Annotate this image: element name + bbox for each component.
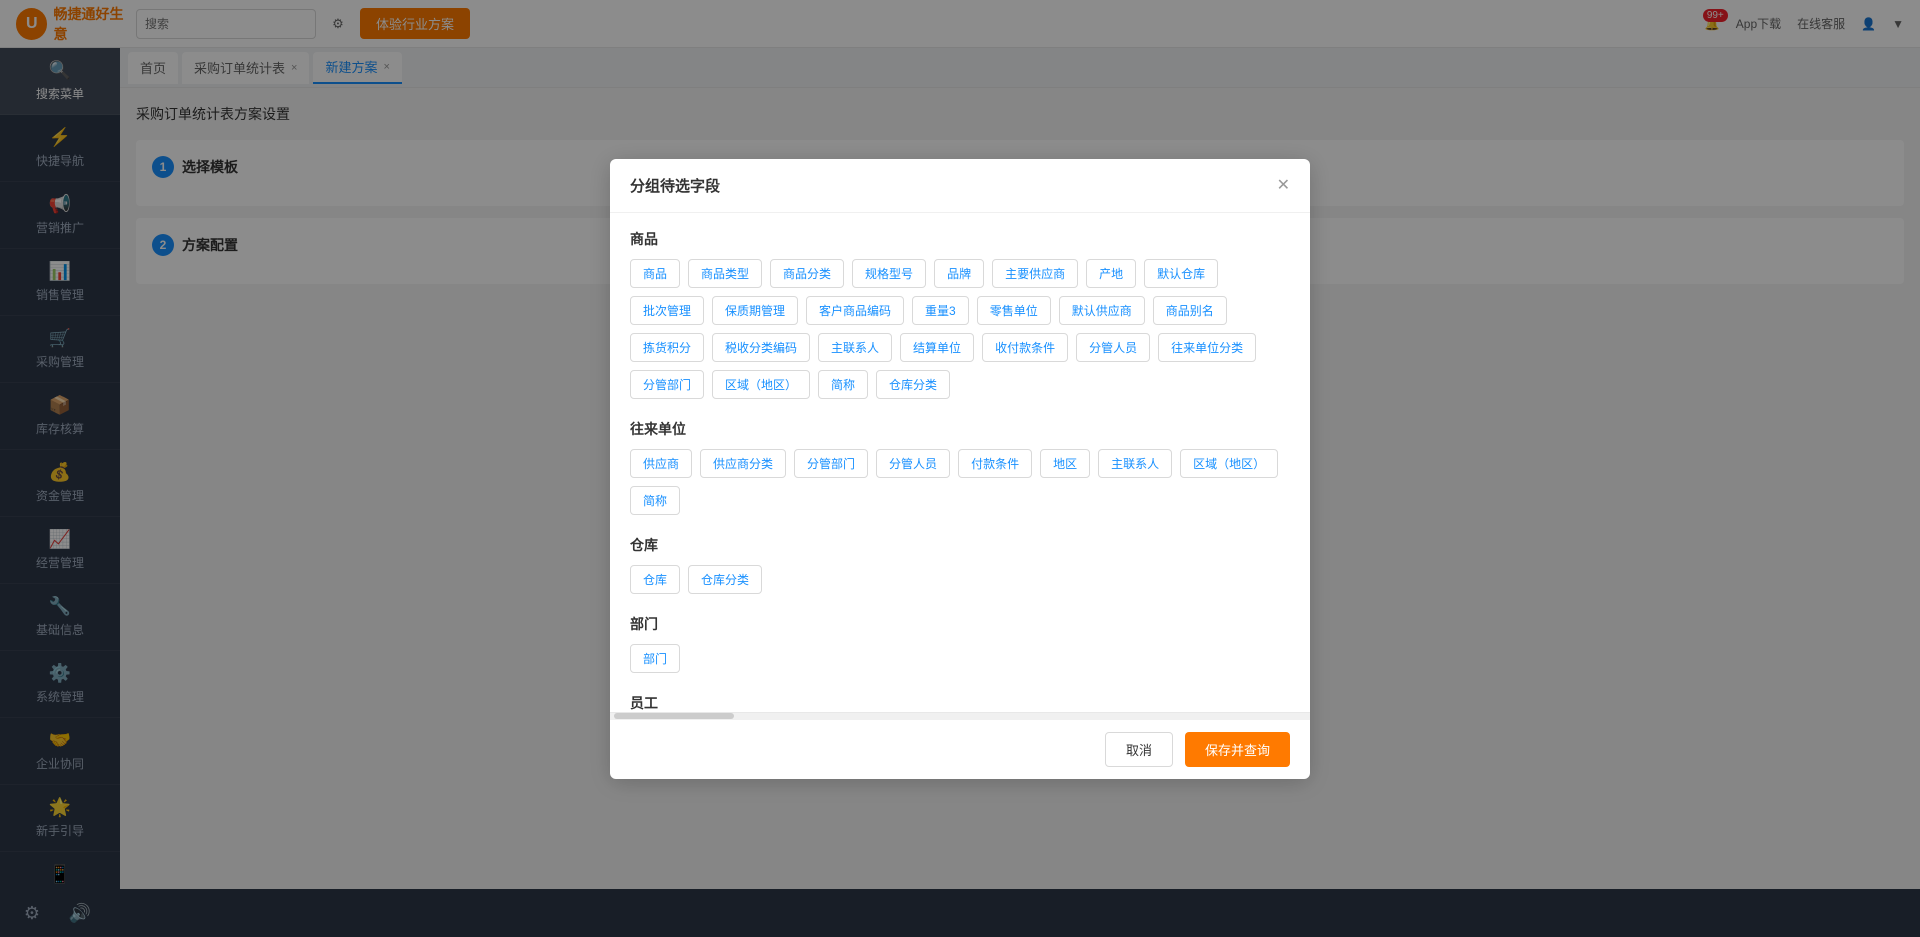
group-title-staff: 员工	[630, 693, 1290, 712]
group-title-product: 商品	[630, 229, 1290, 249]
field-tag[interactable]: 规格型号	[852, 259, 926, 288]
field-tag[interactable]: 收付款条件	[982, 333, 1068, 362]
field-tag[interactable]: 商品类型	[688, 259, 762, 288]
modal-body: 商品 商品 商品类型 商品分类 规格型号 品牌 主要供应商 产地 默认仓库 批次…	[610, 213, 1310, 712]
field-tag[interactable]: 主要供应商	[992, 259, 1078, 288]
field-tag[interactable]: 品牌	[934, 259, 984, 288]
field-group-department: 部门 部门	[630, 614, 1290, 673]
modal-overlay: 分组待选字段 ✕ 商品 商品 商品类型 商品分类 规格型号 品牌 主要供应商 产…	[0, 0, 1920, 937]
field-tag[interactable]: 商品	[630, 259, 680, 288]
field-tag[interactable]: 分管部门	[794, 449, 868, 478]
group-title-department: 部门	[630, 614, 1290, 634]
field-tag[interactable]: 分管部门	[630, 370, 704, 399]
field-tag[interactable]: 重量3	[912, 296, 969, 325]
field-group-warehouse: 仓库 仓库 仓库分类	[630, 535, 1290, 594]
field-tag[interactable]: 简称	[818, 370, 868, 399]
field-select-modal: 分组待选字段 ✕ 商品 商品 商品类型 商品分类 规格型号 品牌 主要供应商 产…	[610, 159, 1310, 779]
field-tag[interactable]: 结算单位	[900, 333, 974, 362]
modal-footer: 取消 保存并查询	[610, 719, 1310, 779]
field-tag[interactable]: 商品分类	[770, 259, 844, 288]
field-tag[interactable]: 付款条件	[958, 449, 1032, 478]
field-tag[interactable]: 保质期管理	[712, 296, 798, 325]
field-group-counterparty: 往来单位 供应商 供应商分类 分管部门 分管人员 付款条件 地区 主联系人 区域…	[630, 419, 1290, 515]
department-field-tags: 部门	[630, 644, 1290, 673]
modal-close-button[interactable]: ✕	[1277, 175, 1290, 195]
field-tag[interactable]: 主联系人	[1098, 449, 1172, 478]
field-tag[interactable]: 主联系人	[818, 333, 892, 362]
modal-horizontal-scrollbar[interactable]	[610, 712, 1310, 719]
modal-title: 分组待选字段	[630, 175, 720, 196]
save-and-query-button[interactable]: 保存并查询	[1185, 732, 1290, 767]
warehouse-field-tags: 仓库 仓库分类	[630, 565, 1290, 594]
field-tag[interactable]: 零售单位	[977, 296, 1051, 325]
field-tag[interactable]: 仓库分类	[876, 370, 950, 399]
field-tag[interactable]: 客户商品编码	[806, 296, 904, 325]
field-tag[interactable]: 仓库	[630, 565, 680, 594]
counterparty-field-tags: 供应商 供应商分类 分管部门 分管人员 付款条件 地区 主联系人 区域（地区） …	[630, 449, 1290, 515]
modal-header: 分组待选字段 ✕	[610, 159, 1310, 213]
field-tag[interactable]: 供应商	[630, 449, 692, 478]
field-tag[interactable]: 区域（地区）	[712, 370, 810, 399]
field-tag[interactable]: 商品别名	[1153, 296, 1227, 325]
field-tag[interactable]: 地区	[1040, 449, 1090, 478]
field-tag[interactable]: 区域（地区）	[1180, 449, 1278, 478]
field-tag[interactable]: 简称	[630, 486, 680, 515]
group-title-counterparty: 往来单位	[630, 419, 1290, 439]
field-tag[interactable]: 仓库分类	[688, 565, 762, 594]
field-tag[interactable]: 默认供应商	[1059, 296, 1145, 325]
field-group-staff: 员工 业务员	[630, 693, 1290, 712]
field-tag[interactable]: 分管人员	[1076, 333, 1150, 362]
product-field-tags: 商品 商品类型 商品分类 规格型号 品牌 主要供应商 产地 默认仓库 批次管理 …	[630, 259, 1290, 399]
field-tag[interactable]: 税收分类编码	[712, 333, 810, 362]
field-tag[interactable]: 分管人员	[876, 449, 950, 478]
field-tag[interactable]: 产地	[1086, 259, 1136, 288]
group-title-warehouse: 仓库	[630, 535, 1290, 555]
field-tag[interactable]: 批次管理	[630, 296, 704, 325]
field-tag[interactable]: 供应商分类	[700, 449, 786, 478]
cancel-button[interactable]: 取消	[1105, 732, 1173, 767]
field-tag[interactable]: 部门	[630, 644, 680, 673]
field-group-product: 商品 商品 商品类型 商品分类 规格型号 品牌 主要供应商 产地 默认仓库 批次…	[630, 229, 1290, 399]
field-tag[interactable]: 往来单位分类	[1158, 333, 1256, 362]
field-tag[interactable]: 拣货积分	[630, 333, 704, 362]
field-tag[interactable]: 默认仓库	[1144, 259, 1218, 288]
